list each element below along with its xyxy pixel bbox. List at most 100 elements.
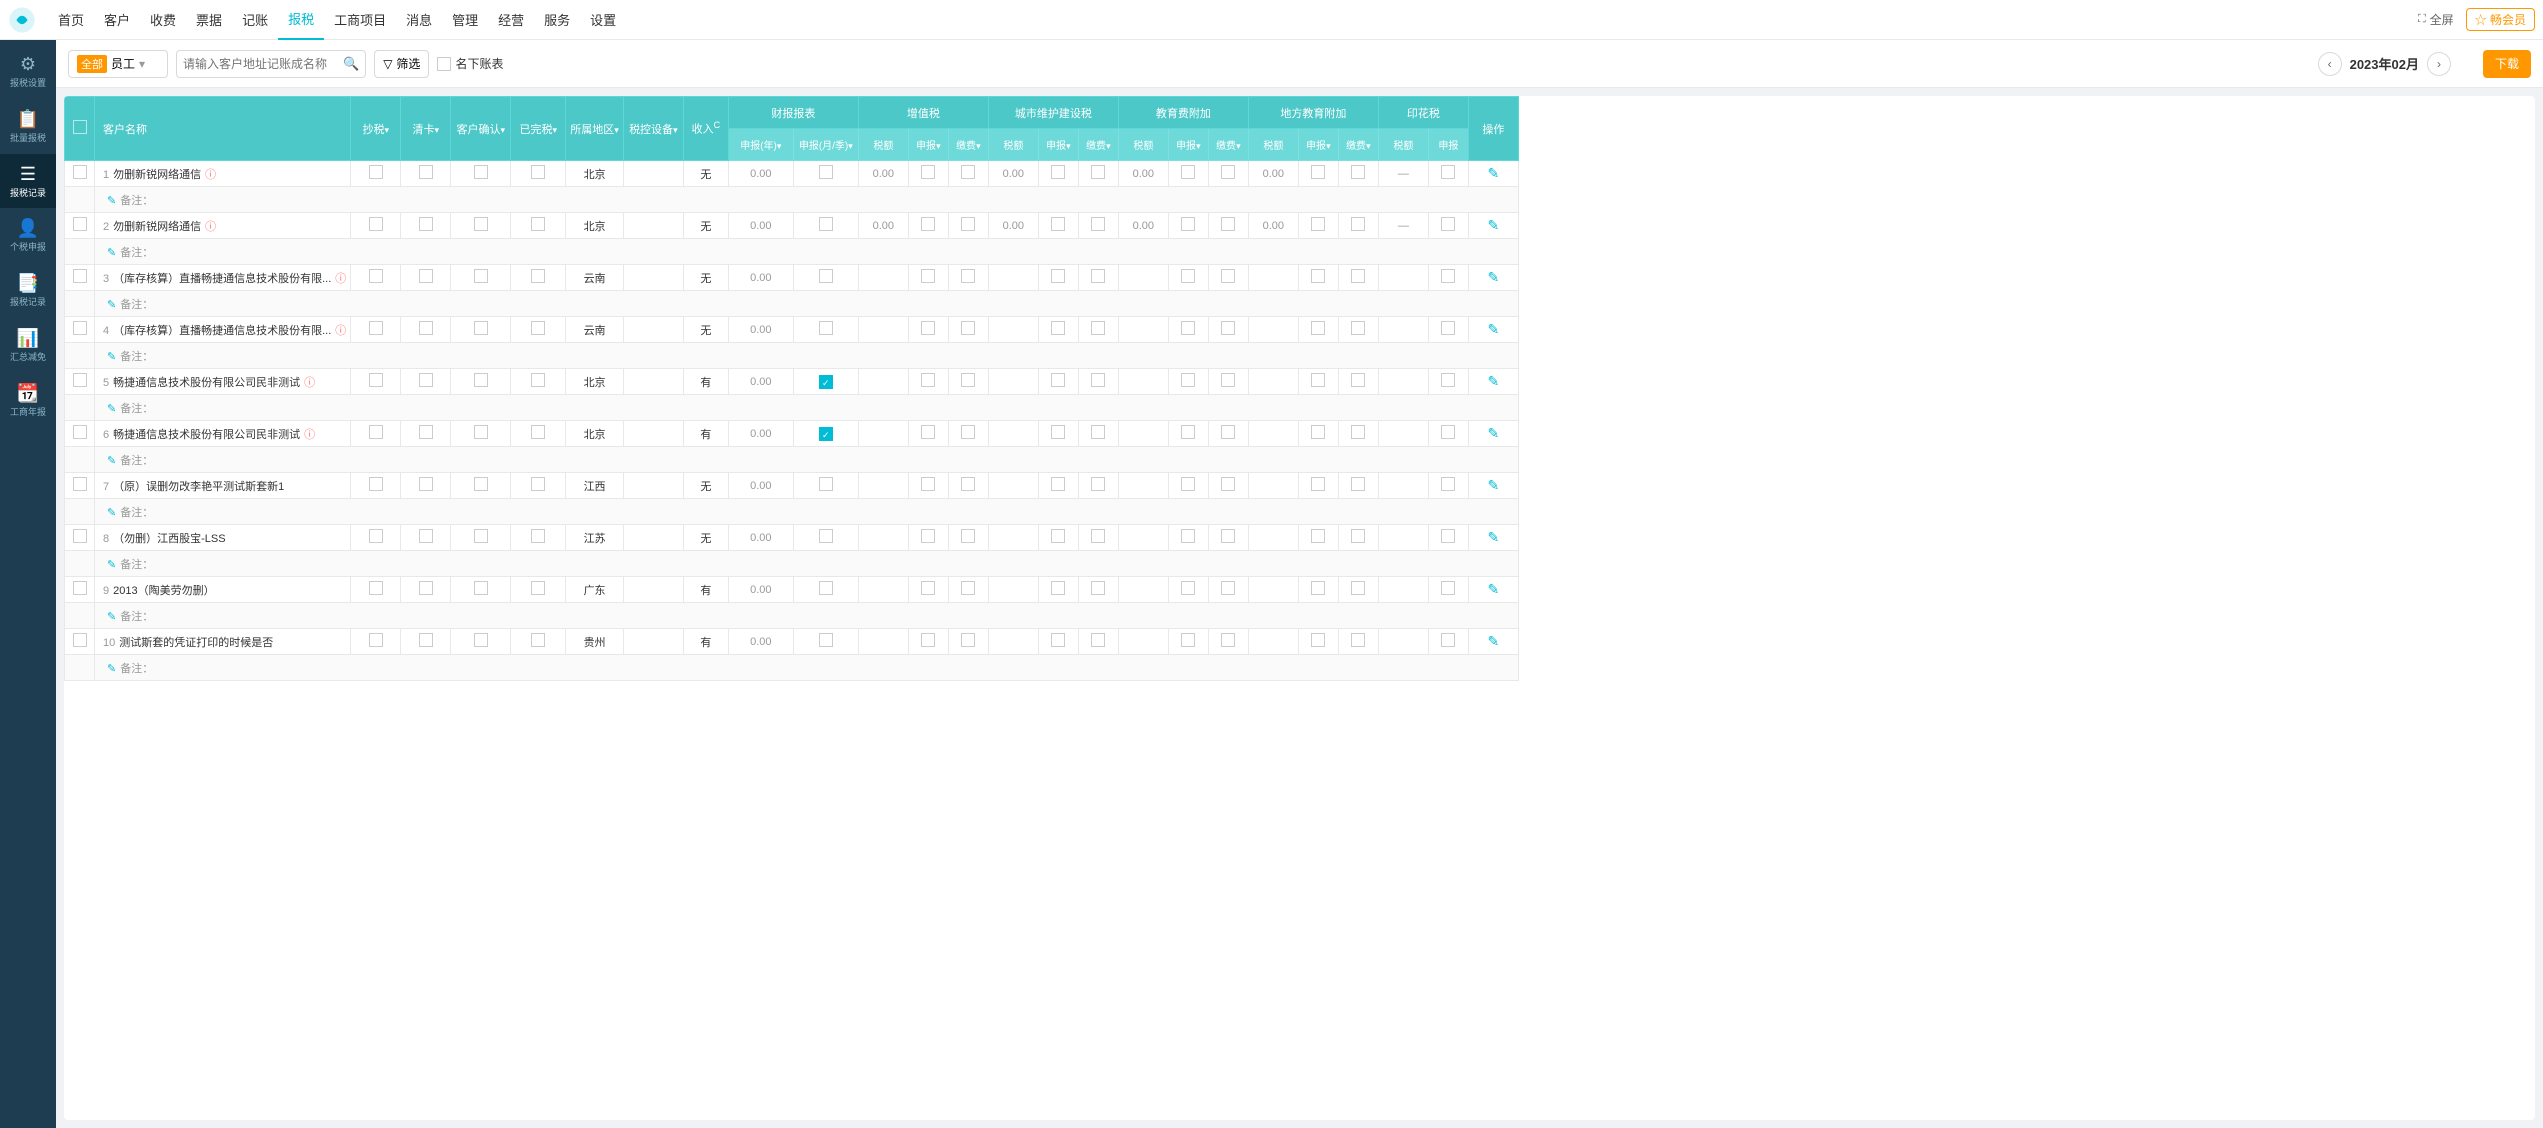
row-qing[interactable]	[401, 473, 451, 499]
row-wanshui[interactable]	[511, 265, 566, 291]
row-wanshui[interactable]	[511, 161, 566, 187]
row-confirm[interactable]	[451, 161, 511, 187]
nav-industry[interactable]: 工商项目	[324, 0, 396, 40]
row-yh-sb[interactable]	[1428, 369, 1468, 395]
row-caiwu-month[interactable]	[793, 265, 858, 291]
row-jy-jf[interactable]	[1208, 525, 1248, 551]
row-chao[interactable]	[351, 629, 401, 655]
row-wanshui[interactable]	[511, 317, 566, 343]
row-chao[interactable]	[351, 525, 401, 551]
row-df-sb[interactable]	[1298, 629, 1338, 655]
row-wanshui[interactable]	[511, 525, 566, 551]
row-zz-jf[interactable]	[948, 473, 988, 499]
row-confirm[interactable]	[451, 265, 511, 291]
row-df-jf[interactable]	[1338, 577, 1378, 603]
row-df-jf[interactable]	[1338, 473, 1378, 499]
nav-operate[interactable]: 经营	[488, 0, 534, 40]
row-yh-sb[interactable]	[1428, 473, 1468, 499]
row-confirm[interactable]	[451, 317, 511, 343]
row-yh-sb[interactable]	[1428, 525, 1468, 551]
table-container[interactable]: 客户名称 抄税▾ 清卡▾ 客户确认▾ 已完税▾ 所属地区▾ 税控设备▾ 收入C …	[64, 96, 2535, 1120]
row-chao[interactable]	[351, 577, 401, 603]
row-zz-sb[interactable]	[908, 629, 948, 655]
row-checkbox[interactable]	[65, 213, 95, 239]
nav-settings[interactable]: 设置	[580, 0, 626, 40]
row-qing[interactable]	[401, 629, 451, 655]
row-jy-sb[interactable]	[1168, 473, 1208, 499]
row-zz-sb[interactable]	[908, 265, 948, 291]
row-df-jf[interactable]	[1338, 317, 1378, 343]
row-qing[interactable]	[401, 213, 451, 239]
row-cs-jf[interactable]	[1078, 629, 1118, 655]
row-jy-jf[interactable]	[1208, 369, 1248, 395]
row-checkbox[interactable]	[65, 317, 95, 343]
row-jy-sb[interactable]	[1168, 317, 1208, 343]
nav-tax[interactable]: 报税	[278, 0, 324, 40]
row-qing[interactable]	[401, 161, 451, 187]
row-jy-jf[interactable]	[1208, 473, 1248, 499]
row-jy-sb[interactable]	[1168, 213, 1208, 239]
row-caiwu-month[interactable]	[793, 577, 858, 603]
nav-bill[interactable]: 票据	[186, 0, 232, 40]
row-df-sb[interactable]	[1298, 525, 1338, 551]
row-df-sb[interactable]	[1298, 213, 1338, 239]
sidebar-item-piliang-bao[interactable]: 📋 批量报税	[0, 99, 56, 154]
row-jy-jf[interactable]	[1208, 213, 1248, 239]
row-checkbox[interactable]	[65, 421, 95, 447]
row-chao[interactable]	[351, 213, 401, 239]
row-df-sb[interactable]	[1298, 265, 1338, 291]
row-zz-sb[interactable]	[908, 213, 948, 239]
row-df-jf[interactable]	[1338, 629, 1378, 655]
row-edit[interactable]: ✎	[1468, 369, 1518, 395]
named-label-check[interactable]: 名下账表	[437, 55, 503, 72]
row-zz-jf[interactable]	[948, 525, 988, 551]
row-jy-sb[interactable]	[1168, 525, 1208, 551]
row-edit[interactable]: ✎	[1468, 265, 1518, 291]
row-zz-jf[interactable]	[948, 421, 988, 447]
row-zz-jf[interactable]	[948, 317, 988, 343]
row-jy-jf[interactable]	[1208, 421, 1248, 447]
row-cs-sb[interactable]	[1038, 629, 1078, 655]
row-zz-sb[interactable]	[908, 473, 948, 499]
row-yh-sb[interactable]	[1428, 265, 1468, 291]
row-wanshui[interactable]	[511, 213, 566, 239]
row-checkbox[interactable]	[65, 577, 95, 603]
row-jy-sb[interactable]	[1168, 265, 1208, 291]
row-zz-jf[interactable]	[948, 213, 988, 239]
row-confirm[interactable]	[451, 369, 511, 395]
sidebar-item-huizong[interactable]: 📊 汇总减免	[0, 318, 56, 373]
nav-service[interactable]: 服务	[534, 0, 580, 40]
next-month-btn[interactable]: ›	[2427, 52, 2451, 76]
row-edit[interactable]: ✎	[1468, 213, 1518, 239]
row-cs-sb[interactable]	[1038, 161, 1078, 187]
row-cs-sb[interactable]	[1038, 265, 1078, 291]
row-jy-jf[interactable]	[1208, 629, 1248, 655]
row-df-sb[interactable]	[1298, 161, 1338, 187]
row-jy-jf[interactable]	[1208, 161, 1248, 187]
search-input[interactable]	[183, 57, 343, 71]
row-confirm[interactable]	[451, 421, 511, 447]
row-jy-sb[interactable]	[1168, 421, 1208, 447]
download-button[interactable]: 下载	[2483, 50, 2531, 78]
row-qing[interactable]	[401, 265, 451, 291]
row-chao[interactable]	[351, 161, 401, 187]
row-caiwu-month[interactable]: ✓	[793, 369, 858, 395]
row-df-sb[interactable]	[1298, 577, 1338, 603]
row-zz-sb[interactable]	[908, 161, 948, 187]
row-caiwu-month[interactable]: ✓	[793, 421, 858, 447]
row-edit[interactable]: ✎	[1468, 629, 1518, 655]
row-caiwu-month[interactable]	[793, 525, 858, 551]
row-yh-sb[interactable]	[1428, 161, 1468, 187]
row-caiwu-month[interactable]	[793, 629, 858, 655]
row-zz-jf[interactable]	[948, 265, 988, 291]
nav-charge[interactable]: 收费	[140, 0, 186, 40]
row-df-jf[interactable]	[1338, 525, 1378, 551]
row-wanshui[interactable]	[511, 577, 566, 603]
row-cs-sb[interactable]	[1038, 317, 1078, 343]
row-cs-jf[interactable]	[1078, 213, 1118, 239]
vip-btn[interactable]: ☆ 畅会员	[2466, 8, 2535, 31]
row-jy-jf[interactable]	[1208, 577, 1248, 603]
row-chao[interactable]	[351, 317, 401, 343]
row-cs-sb[interactable]	[1038, 577, 1078, 603]
row-caiwu-month[interactable]	[793, 317, 858, 343]
